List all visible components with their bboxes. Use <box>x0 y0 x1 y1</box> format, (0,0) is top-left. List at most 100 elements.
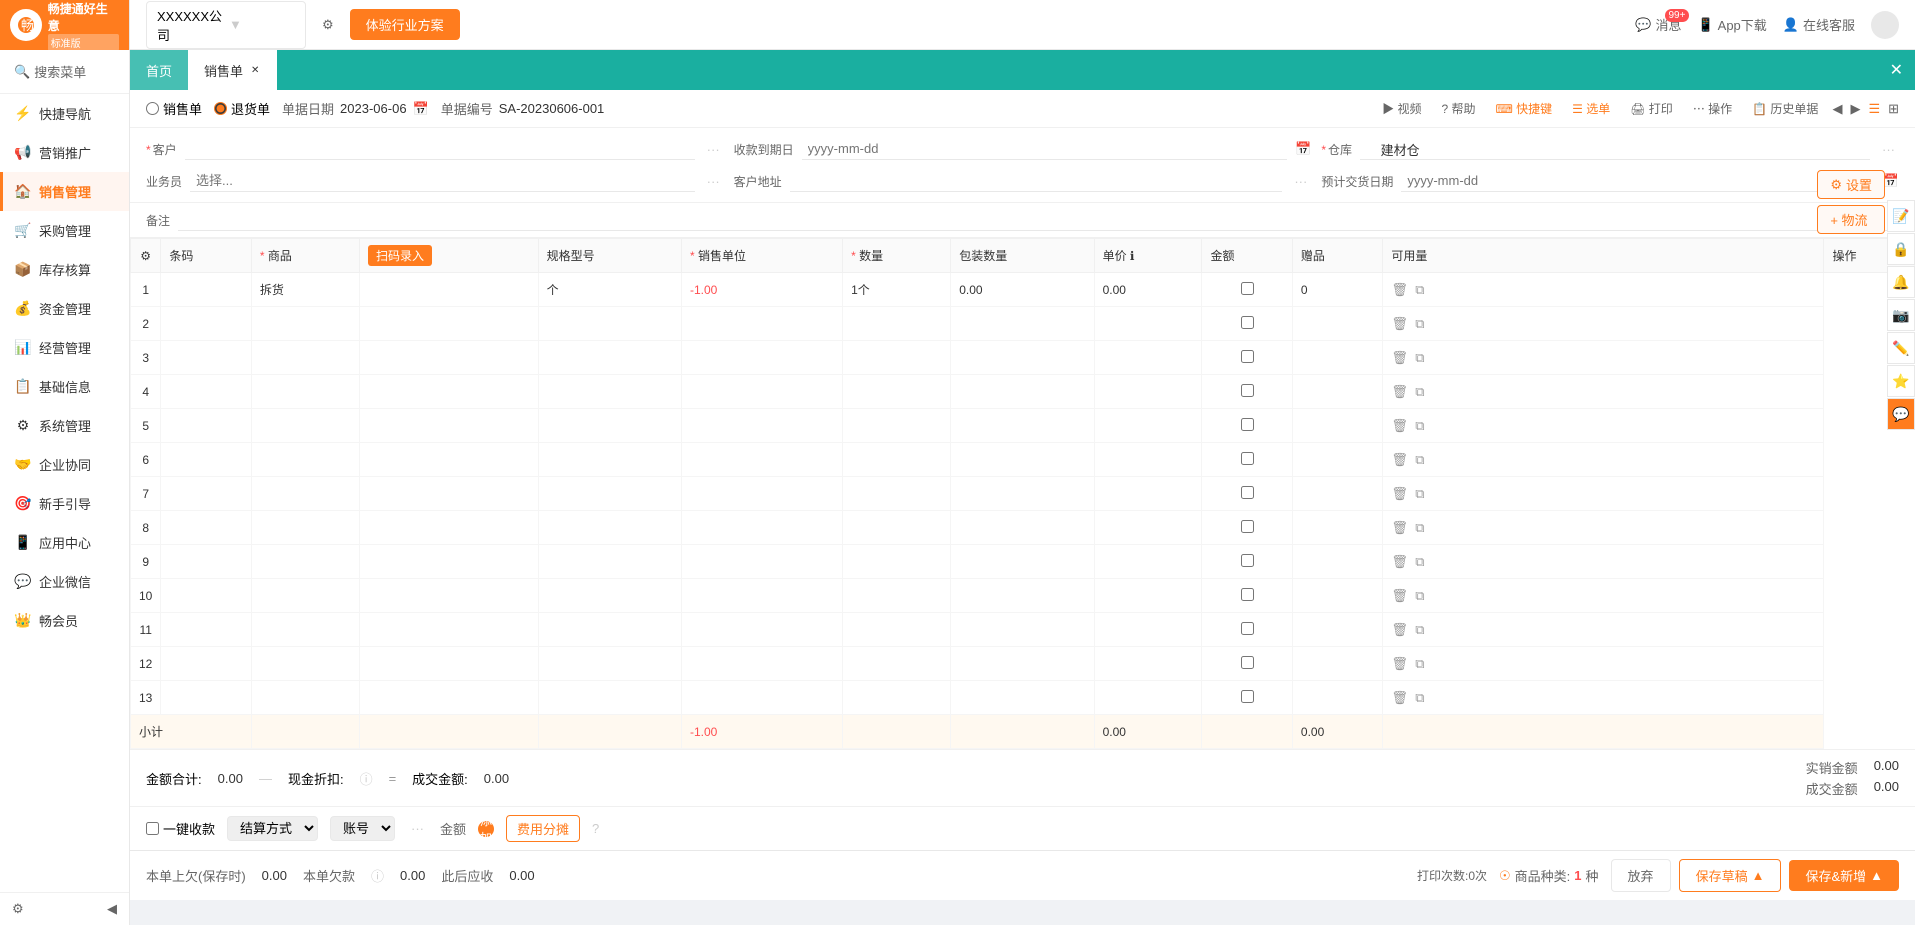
addr-dots-btn[interactable]: ··· <box>1290 174 1311 189</box>
row-price[interactable] <box>951 307 1094 341</box>
video-btn[interactable]: ▶ 视频 <box>1376 98 1427 119</box>
copy-icon[interactable]: ⧉ <box>1415 554 1424 569</box>
dots-btn-payment[interactable]: ··· <box>407 821 428 836</box>
row-gift[interactable] <box>1202 477 1292 511</box>
side-btn-7[interactable]: 💬 <box>1887 398 1915 430</box>
scan-button[interactable]: 扫码录入 <box>368 245 432 266</box>
row-quantity[interactable] <box>682 409 843 443</box>
row-spec[interactable] <box>359 409 538 443</box>
gift-checkbox[interactable] <box>1241 588 1254 601</box>
row-spec[interactable] <box>359 647 538 681</box>
row-product[interactable] <box>251 613 359 647</box>
row-pkg-qty[interactable]: 1个 <box>843 273 951 307</box>
gift-checkbox[interactable] <box>1241 486 1254 499</box>
gift-checkbox[interactable] <box>1241 554 1254 567</box>
row-quantity[interactable] <box>682 307 843 341</box>
row-gift[interactable] <box>1202 579 1292 613</box>
row-barcode[interactable] <box>161 307 251 341</box>
copy-icon[interactable]: ⧉ <box>1415 316 1424 331</box>
salesperson-input[interactable] <box>190 170 695 192</box>
sales-radio-input[interactable] <box>146 102 159 115</box>
gift-checkbox[interactable] <box>1241 656 1254 669</box>
gift-checkbox[interactable] <box>1241 452 1254 465</box>
row-pkg-qty[interactable] <box>843 307 951 341</box>
row-unit[interactable] <box>538 647 681 681</box>
row-product[interactable] <box>251 375 359 409</box>
delete-icon[interactable]: 🗑 <box>1391 520 1408 535</box>
close-window-icon[interactable]: ✕ <box>1890 60 1903 80</box>
row-spec[interactable] <box>359 545 538 579</box>
message-button[interactable]: 💬 消息 99+ <box>1635 15 1681 34</box>
row-spec[interactable] <box>359 273 538 307</box>
row-product[interactable] <box>251 511 359 545</box>
sidebar-item-inventory[interactable]: 📦 库存核算 <box>0 250 129 289</box>
trial-button[interactable]: 体验行业方案 <box>350 9 460 40</box>
row-product[interactable] <box>251 443 359 477</box>
row-barcode[interactable] <box>161 579 251 613</box>
col-scan[interactable]: 扫码录入 <box>359 239 538 273</box>
row-quantity[interactable] <box>682 375 843 409</box>
row-gift[interactable] <box>1202 613 1292 647</box>
row-pkg-qty[interactable] <box>843 511 951 545</box>
settings-icon[interactable]: ⚙ <box>12 901 24 917</box>
row-spec[interactable] <box>359 477 538 511</box>
settlement-method-select[interactable]: 结算方式 <box>227 816 318 841</box>
row-amount[interactable] <box>1094 613 1202 647</box>
sidebar-search[interactable]: 🔍 搜索菜单 <box>0 50 129 94</box>
customer-dots-btn[interactable]: ··· <box>703 142 724 157</box>
gift-checkbox[interactable] <box>1241 282 1254 295</box>
row-quantity[interactable] <box>682 579 843 613</box>
row-product[interactable] <box>251 307 359 341</box>
gift-checkbox[interactable] <box>1241 384 1254 397</box>
row-pkg-qty[interactable] <box>843 613 951 647</box>
row-unit[interactable]: 个 <box>538 273 681 307</box>
row-product[interactable] <box>251 409 359 443</box>
save-draft-button[interactable]: 保存草稿 ▲ <box>1679 859 1782 892</box>
company-selector[interactable]: XXXXXX公司 ▼ <box>146 1 306 49</box>
calendar-icon[interactable]: 📅 <box>413 101 429 117</box>
row-unit[interactable] <box>538 443 681 477</box>
tab-home[interactable]: 首页 <box>130 50 188 90</box>
sidebar-item-enterprise[interactable]: 🤝 企业协同 <box>0 445 129 484</box>
row-spec[interactable] <box>359 681 538 715</box>
one-click-checkbox-input[interactable] <box>146 822 159 835</box>
row-barcode[interactable] <box>161 273 251 307</box>
copy-icon[interactable]: ⧉ <box>1415 384 1424 399</box>
delete-icon[interactable]: 🗑 <box>1391 554 1408 569</box>
row-gift[interactable] <box>1202 375 1292 409</box>
gift-checkbox[interactable] <box>1241 520 1254 533</box>
row-product[interactable] <box>251 477 359 511</box>
shortcut-btn[interactable]: ⌨ 快捷键 <box>1489 98 1558 119</box>
row-spec[interactable] <box>359 307 538 341</box>
salesperson-dots-btn[interactable]: ··· <box>703 174 724 189</box>
row-unit[interactable] <box>538 545 681 579</box>
search-menu-button[interactable]: 🔍 搜索菜单 <box>8 58 121 85</box>
row-product[interactable] <box>251 341 359 375</box>
row-amount[interactable] <box>1094 647 1202 681</box>
row-barcode[interactable] <box>161 375 251 409</box>
row-pkg-qty[interactable] <box>843 545 951 579</box>
row-gift[interactable] <box>1202 273 1292 307</box>
row-spec[interactable] <box>359 511 538 545</box>
copy-icon[interactable]: ⧉ <box>1415 656 1424 671</box>
sidebar-item-purchase[interactable]: 🛒 采购管理 <box>0 211 129 250</box>
sidebar-item-quick-nav[interactable]: ⚡ 快捷导航 <box>0 94 129 133</box>
row-amount[interactable] <box>1094 477 1202 511</box>
row-price[interactable] <box>951 613 1094 647</box>
row-unit[interactable] <box>538 477 681 511</box>
row-product[interactable] <box>251 579 359 613</box>
delete-icon[interactable]: 🗑 <box>1391 350 1408 365</box>
side-btn-1[interactable]: 📝 <box>1887 200 1915 232</box>
copy-icon[interactable]: ⧉ <box>1415 622 1424 637</box>
row-price[interactable] <box>951 341 1094 375</box>
row-amount[interactable] <box>1094 443 1202 477</box>
row-gift[interactable] <box>1202 647 1292 681</box>
prev-icon[interactable]: ◀ <box>1832 101 1842 117</box>
product-type-icon[interactable]: ☉ <box>1499 868 1511 884</box>
row-unit[interactable] <box>538 375 681 409</box>
row-gift[interactable] <box>1202 409 1292 443</box>
row-price[interactable]: 0.00 <box>951 273 1094 307</box>
account-select[interactable]: 账号 <box>330 816 395 841</box>
return-radio-input[interactable] <box>214 102 227 115</box>
print-btn[interactable]: 🖨 打印 <box>1624 98 1679 119</box>
